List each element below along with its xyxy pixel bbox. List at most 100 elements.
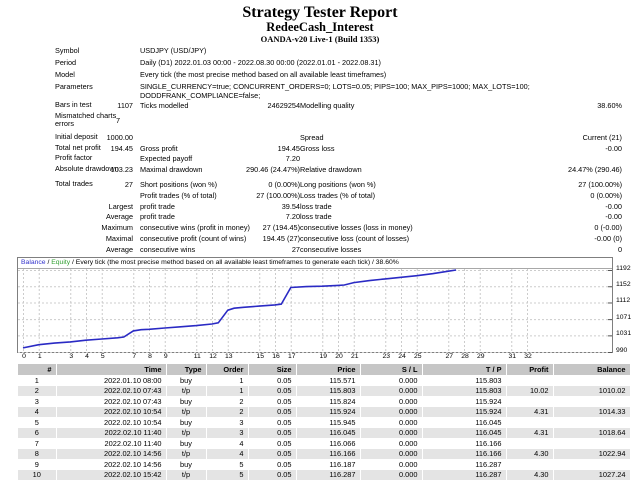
table-cell: 1018.64 (553, 427, 631, 438)
x-axis-label: 13 (224, 353, 233, 360)
table-cell: 0.000 (360, 385, 423, 396)
x-axis-label: 15 (256, 353, 265, 360)
table-cell: 115.803 (422, 375, 507, 386)
stat-value: Current (21) (582, 132, 622, 142)
table-row: 10 2022.02.10 15:42 t/p 5 0.05 116.287 0.000 11… (18, 469, 631, 480)
table-cell: 115.945 (296, 417, 361, 428)
table-cell: t/p (166, 448, 207, 459)
table-cell: 0.05 (248, 375, 297, 386)
table-cell: 0.05 (248, 448, 297, 459)
table-cell: 0.05 (248, 459, 297, 470)
x-axis-label: 29 (476, 353, 485, 360)
stat-value: 24.47% (290.46) (568, 165, 622, 175)
table-cell: 4 (206, 448, 249, 459)
table-header-cell: # (18, 364, 57, 375)
ea-name: RedeeCash_Interest (266, 20, 374, 34)
table-header-cell: Size (248, 364, 297, 375)
x-axis-label: 8 (148, 353, 152, 360)
balance-series-label: Balance (21, 259, 46, 266)
stat-value: Average (105, 244, 133, 254)
table-cell: 1027.24 (553, 469, 631, 480)
table-cell: 116.045 (422, 427, 507, 438)
stat-value: 0 (0.00%) (268, 179, 300, 189)
info-row: Parameters SINGLE_CURRENCY=true; CONCURRE… (0, 82, 640, 100)
table-cell: 116.045 (296, 427, 361, 438)
report-title: Strategy Tester Report (242, 4, 398, 21)
stats-row: Maximal consecutive profit (count of wins… (0, 234, 640, 245)
y-axis-label: 1071 (616, 314, 632, 322)
table-cell: 6 (18, 427, 57, 438)
table-header-row: # Time Type Order Size Price S / LT / P Profit B… (18, 364, 631, 375)
stat-label: Initial deposit (55, 131, 98, 141)
y-axis-label: 1112 (616, 297, 631, 305)
stat-label: Bars in test (55, 100, 92, 109)
stat-label: Absolute drawdown (55, 164, 119, 174)
table-cell: 0.05 (248, 406, 297, 417)
table-cell: 0.000 (360, 469, 423, 480)
report-header: Strategy Tester Report RedeeCash_Interes… (0, 4, 640, 44)
table-cell: 4.30 (506, 469, 554, 480)
table-header-cell: Type (166, 364, 207, 375)
table-cell (506, 417, 554, 428)
stat-label: Total net profit (55, 142, 101, 152)
table-row: 7 2022.02.10 11:40 buy 4 0.05 116.066 0.000 116… (18, 438, 631, 449)
table-cell: 2022.02.10 07:43 (56, 396, 167, 407)
stat-value: -0.00 (605, 201, 622, 211)
table-cell: 116.166 (422, 448, 507, 459)
x-axis-label: 4 (85, 353, 89, 360)
stat-label: Total trades (55, 178, 93, 188)
x-axis-label: 23 (382, 353, 391, 360)
table-cell: buy (166, 417, 207, 428)
table-cell: 5 (18, 417, 57, 428)
table-cell: 2022.02.10 11:40 (56, 427, 167, 438)
info-row: Period Daily (D1) 2022.01.03 00:00 - 2022… (0, 58, 640, 70)
table-cell: 1 (206, 375, 249, 386)
table-cell (506, 375, 554, 386)
table-header-cell: T / P (422, 364, 507, 375)
stat-label: Mismatched charts errors (55, 110, 117, 128)
table-cell: 3 (18, 396, 57, 407)
table-cell: 115.924 (296, 406, 361, 417)
x-axis-label: 3 (69, 353, 74, 360)
info-label: Model (55, 70, 75, 79)
table-cell: 1022.94 (553, 448, 631, 459)
table-cell: 0.05 (248, 385, 297, 396)
table-cell: 4 (18, 406, 57, 417)
stats-row: 103.23 Absolute drawdown Maximal drawdown 2… (0, 165, 640, 176)
table-cell: 4 (206, 438, 249, 449)
stat-value: 0 (-0.00) (594, 223, 622, 233)
table-header-cell: Time (56, 364, 167, 375)
stat-value: 39.54 (281, 201, 300, 211)
table-cell: 1 (206, 385, 249, 396)
table-cell: 115.824 (296, 396, 361, 407)
table-cell (553, 396, 631, 407)
stat-value: -0.00 (605, 143, 622, 153)
table-cell: 115.803 (422, 385, 507, 396)
stat-value: -0.00 (605, 212, 622, 222)
y-axis-label: 1031 (616, 330, 632, 338)
x-axis-label: 19 (319, 353, 328, 360)
table-cell: 116.187 (296, 459, 361, 470)
table-cell: 4.31 (506, 406, 554, 417)
y-axis-label: 1192 (616, 265, 631, 272)
server-build: OANDA-v20 Live-1 (Build 1353) (260, 34, 380, 44)
x-axis-label: 28 (461, 353, 469, 360)
table-cell: 115.924 (422, 406, 507, 417)
table-cell: 5 (206, 459, 249, 470)
table-cell: 0.05 (248, 469, 297, 480)
table-cell: 0.05 (248, 438, 297, 449)
table-cell: 0.000 (360, 396, 423, 407)
test-info-section: Symbol USDJPY (USD/JPY) Period Daily (D1) 2… (0, 46, 640, 100)
table-cell (553, 417, 631, 428)
table-cell: 2022.02.10 10:54 (56, 417, 167, 428)
table-cell (553, 438, 631, 449)
balance-chart: Balance / Equity / Every tick (the most … (17, 257, 613, 353)
table-header-cell: Price (296, 364, 361, 375)
x-axis-label: 12 (209, 353, 217, 360)
table-header-cell: Balance (553, 364, 631, 375)
table-cell: 0.000 (360, 417, 423, 428)
stat-value: Maximum (101, 223, 133, 233)
table-cell: 2 (18, 385, 57, 396)
table-row: 2 2022.02.10 07:43 t/p 1 0.05 115.803 0.000 115… (18, 385, 631, 396)
info-label: Period (55, 58, 77, 67)
